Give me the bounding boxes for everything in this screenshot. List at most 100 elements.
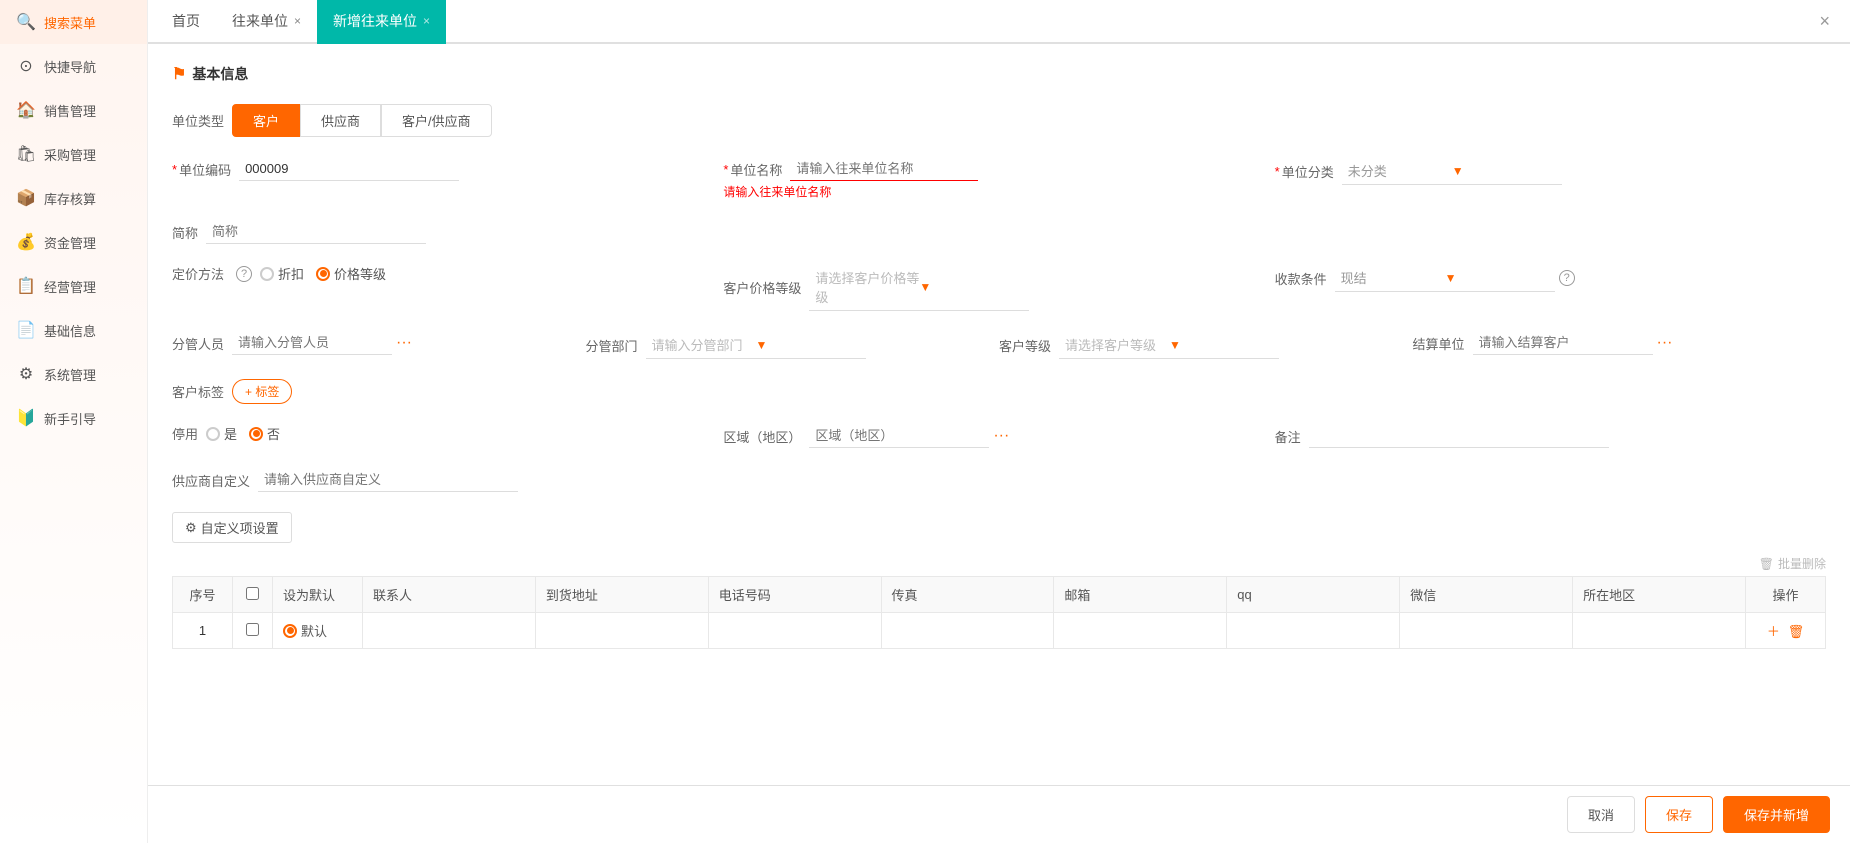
manager-more-icon[interactable]: ··· (392, 334, 416, 352)
select-all-checkbox[interactable] (246, 587, 259, 600)
settlement-input[interactable] (1473, 331, 1653, 355)
customer-price-select[interactable]: 请选择客户价格等级 ▼ (809, 264, 1029, 311)
save-new-button[interactable]: 保存并新增 (1723, 796, 1830, 833)
row-delete-icon[interactable]: 🗑 (1788, 624, 1805, 639)
col-check-header (233, 577, 273, 613)
sidebar-item-purchase[interactable]: 🛍 采购管理 (0, 132, 147, 176)
pricing-radio-group: 折扣 价格等级 (260, 264, 386, 283)
pricing-discount-label: 折扣 (278, 264, 304, 283)
tab-counterpart[interactable]: 往来单位 × (216, 0, 317, 44)
row-qq (1227, 613, 1400, 649)
table-header-row: 序号 设为默认 联系人 到货地址 电话号码 传真 邮箱 qq 微信 所在地区 操… (173, 577, 1826, 613)
row-add-icon[interactable]: ＋ (1767, 624, 1780, 639)
unit-type-supplier[interactable]: 供应商 (300, 104, 381, 137)
row-phone-input[interactable] (719, 623, 871, 638)
department-placeholder: 请输入分管部门 (652, 335, 756, 354)
region-label: 区域（地区） (723, 427, 801, 446)
base-info-icon: 📄 (16, 320, 36, 340)
region-input[interactable] (809, 424, 989, 448)
sidebar-item-search[interactable]: 🔍 搜索菜单 (0, 0, 147, 44)
manager-field: 分管人员 ··· (172, 331, 586, 355)
disable-yes-radio[interactable] (206, 427, 220, 441)
department-select[interactable]: 请输入分管部门 ▼ (646, 331, 866, 359)
tab-new-counterpart-close[interactable]: × (423, 14, 430, 28)
row-email-input[interactable] (1064, 623, 1216, 638)
cancel-button[interactable]: 取消 (1567, 796, 1635, 833)
flag-icon: ⚑ (172, 64, 186, 84)
unit-category-chevron: ▼ (1452, 164, 1556, 178)
default-radio-item[interactable]: 默认 (283, 621, 352, 640)
sidebar-item-guide[interactable]: 🔰 新手引导 (0, 396, 147, 440)
unit-type-customer[interactable]: 客户 (232, 104, 300, 137)
guide-icon: 🔰 (16, 408, 36, 428)
pricing-grade-radio[interactable] (316, 267, 330, 281)
settlement-label: 结算单位 (1413, 334, 1465, 353)
customer-price-field: 客户价格等级 请选择客户价格等级 ▼ (723, 264, 1274, 311)
row-region-input[interactable] (1583, 623, 1735, 638)
pricing-discount-radio[interactable] (260, 267, 274, 281)
remark-input[interactable] (1309, 424, 1609, 448)
disable-no-radio[interactable] (249, 427, 263, 441)
payment-select[interactable]: 现结 ▼ (1335, 264, 1555, 292)
settlement-more-icon[interactable]: ··· (1653, 334, 1677, 352)
row-checkbox[interactable] (246, 623, 259, 636)
save-button[interactable]: 保存 (1645, 796, 1713, 833)
row-contact-input[interactable] (373, 623, 525, 638)
unit-type-label: 单位类型 (172, 111, 224, 130)
unit-category-select[interactable]: 未分类 ▼ (1342, 157, 1562, 185)
pricing-discount-option[interactable]: 折扣 (260, 264, 304, 283)
sidebar-label-inventory: 库存核算 (44, 189, 96, 208)
row-wechat-input[interactable] (1410, 623, 1562, 638)
region-more-icon[interactable]: ··· (989, 427, 1013, 445)
add-tag-button[interactable]: + 标签 (232, 379, 292, 404)
tab-new-counterpart[interactable]: 新增往来单位 × (317, 0, 446, 44)
disable-no-label: 否 (267, 424, 280, 443)
unit-type-field: 单位类型 客户 供应商 客户/供应商 (172, 104, 1826, 137)
department-chevron: ▼ (756, 338, 860, 352)
row-email (1054, 613, 1227, 649)
sidebar-item-quick-nav[interactable]: ⊙ 快捷导航 (0, 44, 147, 88)
row-address-input[interactable] (546, 623, 698, 638)
customer-level-select[interactable]: 请选择客户等级 ▼ (1059, 331, 1279, 359)
row-fax-input[interactable] (892, 623, 1044, 638)
customer-level-label: 客户等级 (999, 336, 1051, 355)
row-wechat (1400, 613, 1573, 649)
sidebar-item-system[interactable]: ⚙ 系统管理 (0, 352, 147, 396)
unit-name-label: 单位名称 (730, 160, 782, 179)
row-region (1573, 613, 1746, 649)
pricing-grade-option[interactable]: 价格等级 (316, 264, 386, 283)
tab-counterpart-close[interactable]: × (294, 14, 301, 28)
col-contact-header: 联系人 (363, 577, 536, 613)
sidebar-item-base-info[interactable]: 📄 基础信息 (0, 308, 147, 352)
pricing-help-icon[interactable]: ? (236, 266, 252, 282)
sidebar-item-sales[interactable]: 🏠 销售管理 (0, 88, 147, 132)
tab-home[interactable]: 首页 (156, 0, 216, 43)
disable-yes-label: 是 (224, 424, 237, 443)
unit-name-field: * 单位名称 请输入往来单位名称 (723, 157, 1274, 200)
default-radio[interactable] (283, 624, 297, 638)
short-name-input[interactable] (206, 220, 426, 244)
unit-name-error: 请输入往来单位名称 (723, 183, 831, 200)
disable-no-option[interactable]: 否 (249, 424, 280, 443)
col-address-header: 到货地址 (535, 577, 708, 613)
sidebar-label-guide: 新手引导 (44, 409, 96, 428)
row-qq-input[interactable] (1237, 623, 1389, 638)
sidebar-item-operations[interactable]: 📋 经营管理 (0, 264, 147, 308)
unit-name-input[interactable] (790, 157, 978, 181)
batch-delete-row[interactable]: 🗑 批量删除 (172, 555, 1826, 572)
custom-setting-button[interactable]: ⚙ 自定义项设置 (172, 512, 292, 543)
manager-input[interactable] (232, 331, 392, 355)
footer-bar: 取消 保存 保存并新增 (148, 785, 1850, 843)
customer-level-chevron: ▼ (1169, 338, 1273, 352)
payment-help-icon[interactable]: ? (1559, 270, 1575, 286)
short-name-label: 简称 (172, 223, 198, 242)
disable-yes-option[interactable]: 是 (206, 424, 237, 443)
sidebar-item-inventory[interactable]: 📦 库存核算 (0, 176, 147, 220)
row-address (535, 613, 708, 649)
supplier-custom-input[interactable] (258, 468, 518, 492)
quick-nav-icon: ⊙ (16, 56, 36, 76)
sidebar-item-finance[interactable]: 💰 资金管理 (0, 220, 147, 264)
unit-code-input[interactable] (239, 157, 459, 181)
unit-type-both[interactable]: 客户/供应商 (381, 104, 492, 137)
close-all-tabs[interactable]: × (1807, 11, 1842, 32)
